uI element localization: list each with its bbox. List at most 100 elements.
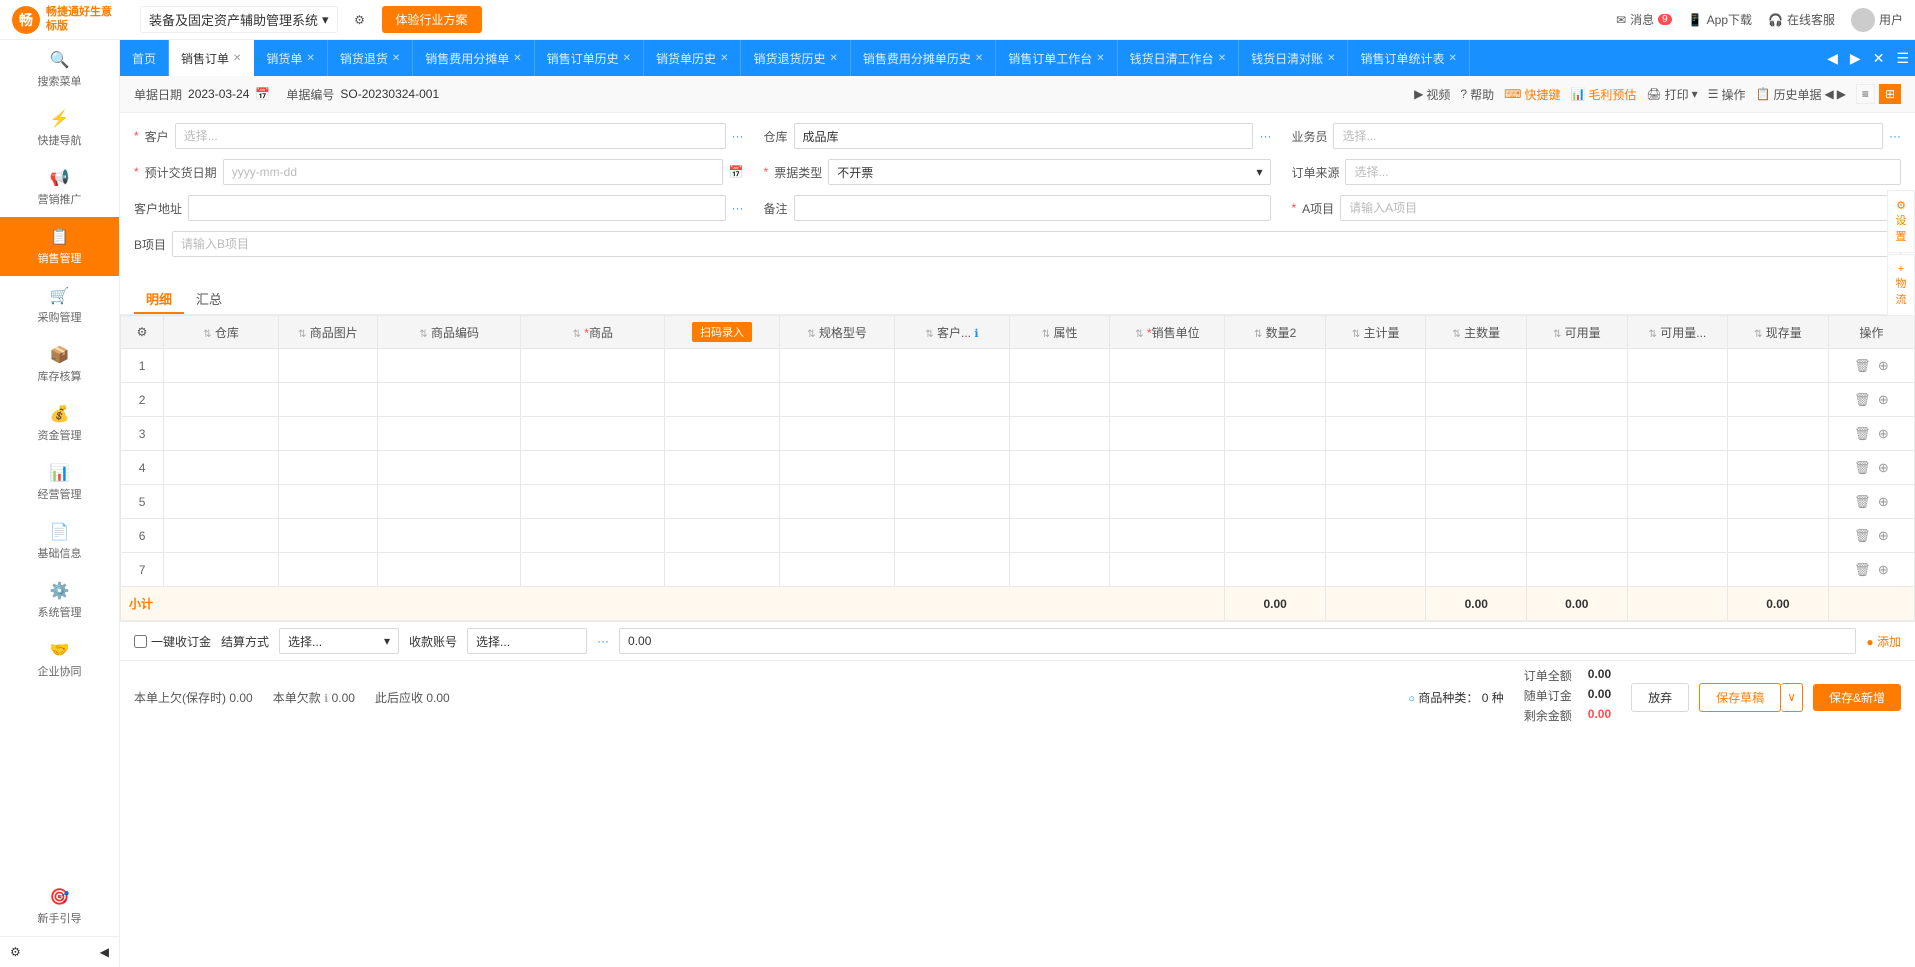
row-delete-icon[interactable]: 🗑 (1854, 528, 1871, 543)
row-warehouse[interactable] (164, 417, 279, 451)
tab-close-all-btn[interactable]: ✕ (1867, 40, 1891, 76)
th-attr[interactable]: ⇅ 属性 (1009, 316, 1110, 349)
gear-th-icon[interactable]: ⚙ (137, 325, 148, 339)
collapse-icon[interactable]: ◀ (100, 945, 109, 959)
row-qty2[interactable] (1225, 383, 1326, 417)
row-customer[interactable] (894, 519, 1009, 553)
tab-expense-history[interactable]: 销售费用分摊单历史 ✕ (851, 40, 996, 76)
settings-panel-btn[interactable]: ⚙ 设置 (1887, 190, 1915, 253)
row-copy-icon[interactable]: ⊕ (1878, 392, 1889, 407)
row-code[interactable] (377, 349, 521, 383)
discard-button[interactable]: 放弃 (1631, 683, 1689, 712)
row-spec[interactable] (780, 417, 895, 451)
row-unit[interactable] (1110, 349, 1225, 383)
row-copy-icon[interactable]: ⊕ (1878, 358, 1889, 373)
sidebar-item-inventory[interactable]: 📦 库存核算 (0, 335, 119, 394)
address-ellipsis[interactable]: ··· (732, 201, 744, 215)
row-main-unit[interactable] (1325, 417, 1426, 451)
row-main-qty[interactable] (1426, 451, 1527, 485)
scan-button[interactable]: 扫码录入 (692, 322, 752, 342)
tab-close-icon[interactable]: ✕ (720, 53, 728, 64)
row-qty2[interactable] (1225, 451, 1326, 485)
row-copy-icon[interactable]: ⊕ (1878, 460, 1889, 475)
row-name[interactable] (521, 451, 665, 485)
system-title[interactable]: 装备及固定资产辅助管理系统 ▾ (140, 6, 338, 33)
row-qty2[interactable] (1225, 417, 1326, 451)
row-name[interactable] (521, 485, 665, 519)
row-unit[interactable] (1110, 553, 1225, 587)
add-material-btn[interactable]: + 物流 (1887, 254, 1915, 316)
row-spec[interactable] (780, 451, 895, 485)
row-qty2[interactable] (1225, 519, 1326, 553)
row-customer[interactable] (894, 553, 1009, 587)
row-warehouse[interactable] (164, 349, 279, 383)
settlement-select[interactable]: 选择... ▾ (279, 628, 399, 654)
th-warehouse[interactable]: ⇅ 仓库 (164, 316, 279, 349)
th-avail[interactable]: ⇅ 可用量 (1527, 316, 1628, 349)
tab-close-icon[interactable]: ✕ (1218, 53, 1226, 64)
sidebar-item-marketing[interactable]: 📢 营销推广 (0, 158, 119, 217)
customer-input[interactable] (175, 123, 726, 149)
settings-icon[interactable]: ⚙ (346, 6, 374, 34)
row-delete-icon[interactable]: 🗑 (1854, 562, 1871, 577)
online-support-group[interactable]: 🎧 在线客服 (1768, 11, 1835, 28)
tab-menu-btn[interactable]: ☰ (1890, 40, 1915, 76)
tab-sales-order[interactable]: 销售订单 ✕ (169, 40, 254, 76)
amount-input[interactable] (619, 628, 1856, 654)
th-image[interactable]: ⇅ 商品图片 (279, 316, 378, 349)
row-copy-icon[interactable]: ⊕ (1878, 528, 1889, 543)
row-customer[interactable] (894, 451, 1009, 485)
row-name[interactable] (521, 383, 665, 417)
save-draft-arrow-button[interactable]: ∨ (1781, 683, 1803, 712)
tab-detail[interactable]: 明细 (134, 285, 184, 314)
solution-button[interactable]: 体验行业方案 (382, 6, 482, 33)
sidebar-item-management[interactable]: 📊 经营管理 (0, 453, 119, 512)
row-customer[interactable] (894, 485, 1009, 519)
settings-footer-icon[interactable]: ⚙ (10, 945, 21, 959)
tab-sales-return[interactable]: 销货退货 ✕ (328, 40, 413, 76)
a-project-input[interactable] (1340, 195, 1901, 221)
tab-close-icon[interactable]: ✕ (975, 53, 983, 64)
b-project-input[interactable] (172, 231, 1901, 257)
row-copy-icon[interactable]: ⊕ (1878, 426, 1889, 441)
account-select[interactable]: 选择... (467, 628, 587, 654)
row-code[interactable] (377, 485, 521, 519)
print-action[interactable]: 🖨 打印 ▾ (1646, 86, 1697, 103)
row-qty2[interactable] (1225, 349, 1326, 383)
sidebar-item-finance[interactable]: 💰 资金管理 (0, 394, 119, 453)
warehouse-ellipsis[interactable]: ··· (1259, 129, 1271, 143)
tab-order-workbench[interactable]: 销售订单工作台 ✕ (996, 40, 1117, 76)
th-code[interactable]: ⇅ 商品编码 (377, 316, 521, 349)
row-unit[interactable] (1110, 519, 1225, 553)
row-unit[interactable] (1110, 417, 1225, 451)
address-input[interactable] (188, 195, 726, 221)
tab-sales-stats[interactable]: 销售订单统计表 ✕ (1348, 40, 1469, 76)
sidebar-item-basic[interactable]: 📄 基础信息 (0, 512, 119, 571)
row-attr[interactable] (1009, 519, 1110, 553)
row-delete-icon[interactable]: 🗑 (1854, 426, 1871, 441)
row-code[interactable] (377, 553, 521, 587)
shortcut-action[interactable]: ⌨ 快捷键 (1504, 86, 1560, 103)
row-name[interactable] (521, 553, 665, 587)
th-main-qty[interactable]: ⇅ 主数量 (1426, 316, 1527, 349)
tab-close-icon[interactable]: ✕ (233, 53, 241, 64)
tab-sales-goods[interactable]: 销货单 ✕ (254, 40, 327, 76)
row-attr[interactable] (1009, 553, 1110, 587)
row-code[interactable] (377, 383, 521, 417)
help-action[interactable]: ? 帮助 (1460, 86, 1494, 103)
save-new-button[interactable]: 保存&新增 (1813, 684, 1901, 711)
row-delete-icon[interactable]: 🗑 (1854, 494, 1871, 509)
row-name[interactable] (521, 417, 665, 451)
row-unit[interactable] (1110, 451, 1225, 485)
row-delete-icon[interactable]: 🗑 (1854, 392, 1871, 407)
delivery-calendar-icon[interactable]: 📅 (729, 165, 744, 179)
row-qty2[interactable] (1225, 485, 1326, 519)
row-unit[interactable] (1110, 383, 1225, 417)
invoice-select[interactable]: 不开票 ▾ (828, 159, 1271, 185)
add-payment-btn[interactable]: ● 添加 (1866, 633, 1901, 650)
row-main-qty[interactable] (1426, 417, 1527, 451)
calendar-icon[interactable]: 📅 (255, 87, 270, 101)
sidebar-item-sales[interactable]: 📋 销售管理 (0, 217, 119, 276)
sidebar-item-purchase[interactable]: 🛒 采购管理 (0, 276, 119, 335)
profit-action[interactable]: 📊 毛利预估 (1570, 86, 1636, 103)
